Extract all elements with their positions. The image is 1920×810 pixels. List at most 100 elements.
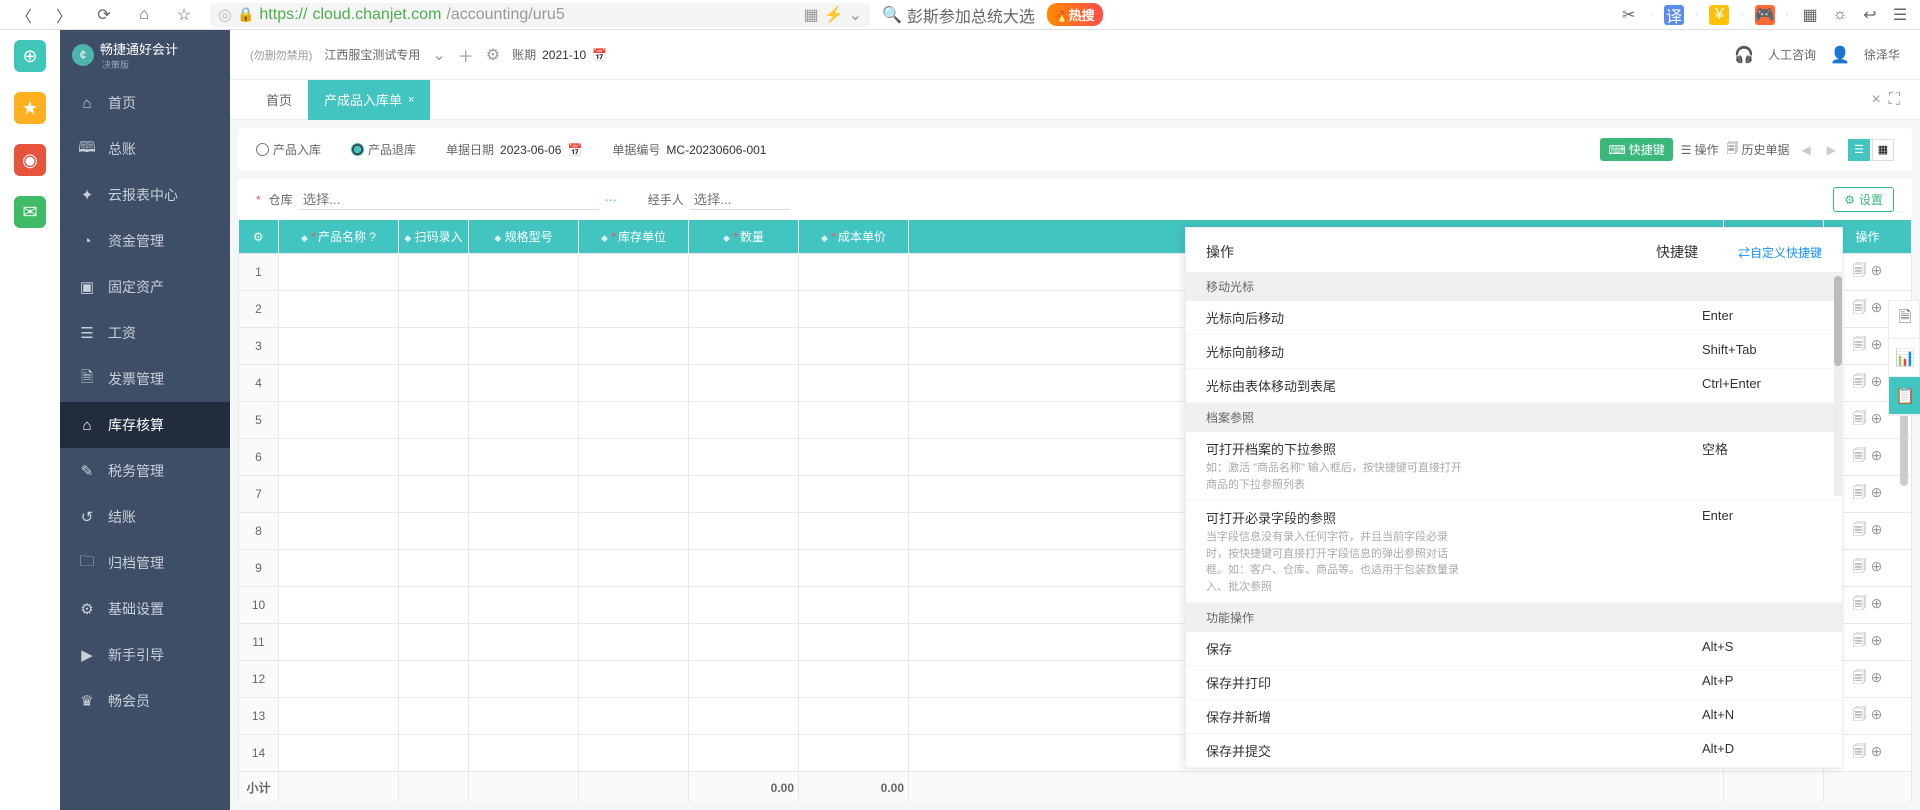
- row-add-icon[interactable]: ⊕: [1871, 484, 1883, 500]
- fullscreen-icon[interactable]: ⛶: [1889, 91, 1900, 109]
- warehouse-lookup-icon[interactable]: ⋯: [605, 193, 618, 207]
- cell[interactable]: [689, 328, 799, 365]
- float-doc-icon[interactable]: 🗎: [1889, 301, 1920, 339]
- col-header-2[interactable]: ◆ 扫码录入: [399, 220, 469, 254]
- float-note-icon[interactable]: 📋: [1889, 377, 1920, 415]
- cell[interactable]: [279, 365, 399, 402]
- cell[interactable]: [469, 365, 579, 402]
- cell[interactable]: [689, 365, 799, 402]
- col-header-4[interactable]: ◆ *库存单位: [579, 220, 689, 254]
- row-add-icon[interactable]: ⊕: [1871, 299, 1883, 315]
- cell[interactable]: [469, 735, 579, 772]
- row-copy-icon[interactable]: 🗐: [1853, 558, 1867, 574]
- bolt-icon[interactable]: ⚡: [824, 5, 844, 25]
- row-copy-icon[interactable]: 🗐: [1853, 373, 1867, 389]
- row-copy-icon[interactable]: 🗐: [1853, 336, 1867, 352]
- nav-item-13[interactable]: ♛畅会员: [60, 678, 230, 724]
- cell[interactable]: [579, 735, 689, 772]
- nav-item-0[interactable]: ⌂首页: [60, 80, 230, 126]
- radio-inbound[interactable]: 产品入库: [256, 141, 321, 158]
- next-doc-icon[interactable]: ▶: [1823, 143, 1840, 157]
- cell[interactable]: [399, 291, 469, 328]
- row-copy-icon[interactable]: 🗐: [1853, 262, 1867, 278]
- cell[interactable]: [689, 439, 799, 476]
- col-header-0[interactable]: ⚙: [239, 220, 279, 254]
- cell[interactable]: [799, 439, 909, 476]
- cell[interactable]: [579, 698, 689, 735]
- view-list-icon[interactable]: ☰: [1848, 139, 1870, 161]
- cell[interactable]: [689, 254, 799, 291]
- cell[interactable]: [399, 550, 469, 587]
- row-copy-icon[interactable]: 🗐: [1853, 521, 1867, 537]
- cell[interactable]: [399, 365, 469, 402]
- nav-item-12[interactable]: ▶新手引导: [60, 632, 230, 678]
- user-name[interactable]: 徐泽华: [1864, 46, 1900, 63]
- tab-close-icon[interactable]: ×: [408, 94, 414, 106]
- gear-icon[interactable]: ⚙: [486, 45, 500, 65]
- cell[interactable]: [799, 476, 909, 513]
- cell[interactable]: [799, 254, 909, 291]
- cell[interactable]: [279, 476, 399, 513]
- col-header-5[interactable]: ◆ *数量: [689, 220, 799, 254]
- prev-doc-icon[interactable]: ◀: [1798, 143, 1815, 157]
- mini-icon-3[interactable]: ✉: [14, 196, 46, 228]
- tab-close-icon[interactable]: ×: [1871, 91, 1880, 109]
- cell[interactable]: [579, 624, 689, 661]
- row-copy-icon[interactable]: 🗐: [1853, 743, 1867, 759]
- cell[interactable]: [689, 291, 799, 328]
- cell[interactable]: [469, 550, 579, 587]
- settings-button[interactable]: ⚙ 设置: [1833, 187, 1894, 212]
- cell[interactable]: [799, 328, 909, 365]
- cell[interactable]: [279, 698, 399, 735]
- cell[interactable]: [689, 513, 799, 550]
- coin-icon[interactable]: ¥: [1709, 5, 1729, 25]
- apps-icon[interactable]: ▦: [1800, 5, 1820, 25]
- row-copy-icon[interactable]: 🗐: [1853, 410, 1867, 426]
- row-copy-icon[interactable]: 🗐: [1853, 484, 1867, 500]
- sort-icon[interactable]: ◆: [404, 233, 411, 243]
- row-add-icon[interactable]: ⊕: [1871, 706, 1883, 722]
- mini-icon-2[interactable]: ◉: [14, 144, 46, 176]
- help-icon[interactable]: ?: [369, 230, 376, 244]
- user-avatar-icon[interactable]: 👤: [1830, 45, 1850, 65]
- cell[interactable]: [399, 328, 469, 365]
- cell[interactable]: [689, 624, 799, 661]
- handler-field[interactable]: 经手人: [648, 190, 790, 210]
- home-icon[interactable]: ⌂: [130, 1, 158, 29]
- cell[interactable]: [579, 513, 689, 550]
- cell[interactable]: [579, 328, 689, 365]
- sort-icon[interactable]: ◆: [723, 233, 730, 243]
- row-add-icon[interactable]: ⊕: [1871, 336, 1883, 352]
- custom-shortcut-link[interactable]: ⇄自定义快捷键: [1738, 244, 1822, 261]
- cell[interactable]: [399, 587, 469, 624]
- dropdown-icon[interactable]: ⌄: [849, 5, 862, 25]
- row-add-icon[interactable]: ⊕: [1871, 669, 1883, 685]
- cell[interactable]: [399, 735, 469, 772]
- mini-icon-1[interactable]: ★: [14, 92, 46, 124]
- cell[interactable]: [469, 661, 579, 698]
- mini-icon-0[interactable]: ⊕: [14, 40, 46, 72]
- cell[interactable]: [579, 291, 689, 328]
- cell[interactable]: [279, 661, 399, 698]
- cell[interactable]: [689, 587, 799, 624]
- headset-icon[interactable]: 🎧: [1734, 45, 1754, 65]
- menu-icon[interactable]: ☰: [1890, 5, 1910, 25]
- cell[interactable]: [689, 661, 799, 698]
- row-copy-icon[interactable]: 🗐: [1853, 447, 1867, 463]
- cell[interactable]: [689, 698, 799, 735]
- nav-item-3[interactable]: ◔资金管理: [60, 218, 230, 264]
- sort-icon[interactable]: ◆: [601, 233, 608, 243]
- cell[interactable]: [799, 513, 909, 550]
- cell[interactable]: [799, 587, 909, 624]
- row-copy-icon[interactable]: 🗐: [1853, 632, 1867, 648]
- cell[interactable]: [279, 550, 399, 587]
- float-chart-icon[interactable]: 📊: [1889, 339, 1920, 377]
- cell[interactable]: [469, 402, 579, 439]
- shortcut-button[interactable]: ⌨ 快捷键: [1600, 138, 1672, 161]
- cell[interactable]: [399, 439, 469, 476]
- row-add-icon[interactable]: ⊕: [1871, 373, 1883, 389]
- nav-item-4[interactable]: ▣固定资产: [60, 264, 230, 310]
- row-copy-icon[interactable]: 🗐: [1853, 706, 1867, 722]
- cell[interactable]: [579, 661, 689, 698]
- sort-icon[interactable]: ◆: [821, 233, 828, 243]
